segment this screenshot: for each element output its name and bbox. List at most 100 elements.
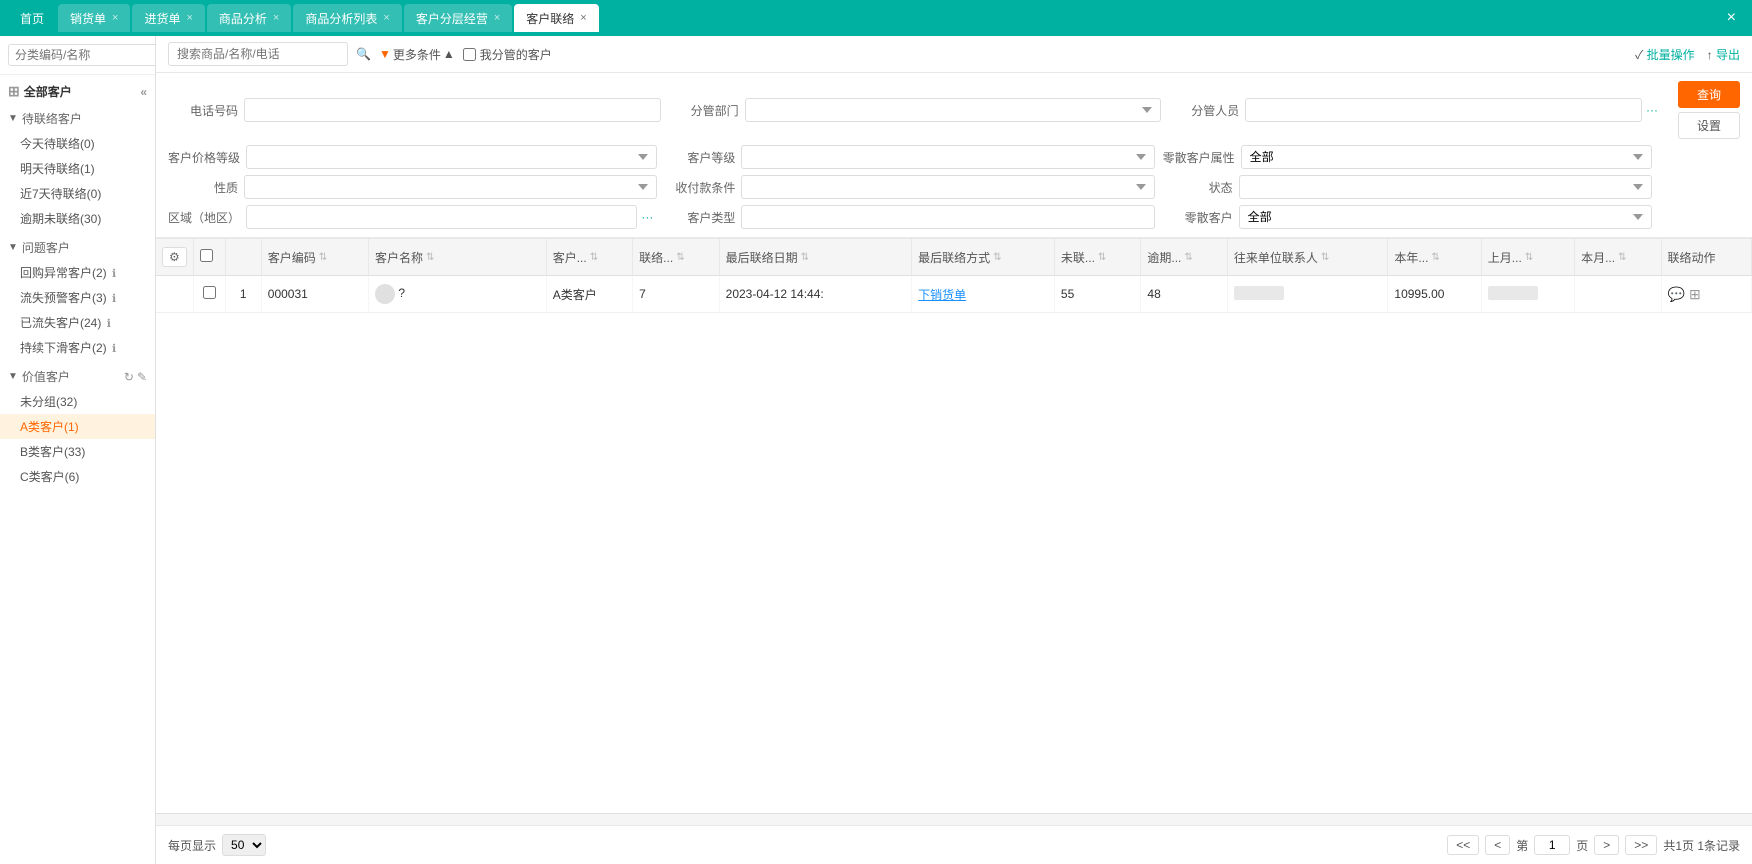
filter-customer-level-wrap xyxy=(741,145,1154,169)
tab-purchase[interactable]: 进货单 × xyxy=(132,4,204,32)
prev-page-button[interactable]: < xyxy=(1485,835,1510,855)
filter-customer-type-input[interactable] xyxy=(741,205,1154,229)
close-analysis-list-tab[interactable]: × xyxy=(383,12,389,24)
sidebar-item-a-class[interactable]: A类客户(1) xyxy=(0,414,155,439)
qr-icon[interactable]: ⊞ xyxy=(1689,286,1701,303)
sidebar-item-churned[interactable]: 已流失客户(24) ℹ xyxy=(0,310,155,335)
filter-price-level-select[interactable] xyxy=(246,145,657,169)
table-header-row: ⚙ 客户编码 ⇅ xyxy=(156,239,1752,276)
sort-this-year-icon[interactable]: ⇅ xyxy=(1431,252,1439,263)
sort-last-month-icon[interactable]: ⇅ xyxy=(1525,252,1533,263)
tab-customer-tier[interactable]: 客户分层经营 × xyxy=(404,4,512,32)
filter-bar: 🔍 ▼ 更多条件 ▲ 我分管的客户 ✓ 批量操作 ↑ 导出 xyxy=(156,36,1752,73)
last-method-link[interactable]: 下销货单 xyxy=(918,288,966,302)
sort-type-icon[interactable]: ⇅ xyxy=(590,252,598,263)
next-page-button[interactable]: > xyxy=(1594,835,1619,855)
export-button[interactable]: ↑ 导出 xyxy=(1707,46,1740,63)
sidebar-item-tomorrow-contact[interactable]: 明天待联络(1) xyxy=(0,156,155,181)
pending-contact-group[interactable]: ▼ 待联络客户 xyxy=(0,106,155,131)
sidebar-search-input[interactable] xyxy=(8,44,156,66)
td-last-month xyxy=(1481,276,1574,313)
value-customer-arrow: ▼ xyxy=(8,371,18,382)
sort-contact-icon[interactable]: ⇅ xyxy=(676,252,684,263)
th-name-label: 客户名称 xyxy=(375,249,423,266)
customer-name-suffix: ? xyxy=(398,286,405,300)
sort-this-month-icon[interactable]: ⇅ xyxy=(1618,252,1626,263)
query-button[interactable]: 查询 xyxy=(1678,81,1740,108)
filter-search-input[interactable] xyxy=(168,42,348,66)
sidebar-item-today-contact[interactable]: 今天待联络(0) xyxy=(0,131,155,156)
th-type-label: 客户... xyxy=(553,249,587,266)
sidebar-collapse-icon[interactable]: « xyxy=(140,85,147,99)
filter-search-button[interactable]: 🔍 xyxy=(356,47,371,61)
chat-icon[interactable]: 💬 xyxy=(1668,286,1685,303)
refresh-icon[interactable]: ↻ xyxy=(124,370,134,384)
edit-icon[interactable]: ✎ xyxy=(137,370,147,384)
select-all-checkbox[interactable] xyxy=(200,249,213,262)
sort-no-contact-icon[interactable]: ⇅ xyxy=(1098,252,1106,263)
sort-name-icon[interactable]: ⇅ xyxy=(426,252,434,263)
value-customer-group[interactable]: ▼ 价值客户 ↻ ✎ xyxy=(0,364,155,389)
sidebar-item-unclassified[interactable]: 未分组(32) xyxy=(0,389,155,414)
close-all-tabs[interactable]: × xyxy=(1719,9,1744,27)
sidebar-item-week-contact[interactable]: 近7天待联络(0) xyxy=(0,181,155,206)
filter-status-select[interactable] xyxy=(1239,175,1652,199)
filter-retail-select[interactable]: 全部 xyxy=(1239,205,1652,229)
sidebar-item-declining[interactable]: 持续下滑客户(2) ℹ xyxy=(0,335,155,360)
tab-customer-contact[interactable]: 客户联络 × xyxy=(514,4,598,32)
close-analysis-tab[interactable]: × xyxy=(273,12,279,24)
close-purchase-tab[interactable]: × xyxy=(186,12,192,24)
th-type: 客户... ⇅ xyxy=(546,239,632,276)
th-action: 联络动作 xyxy=(1661,239,1751,276)
table-settings-button[interactable]: ⚙ xyxy=(162,247,187,267)
tab-analysis-list[interactable]: 商品分析列表 × xyxy=(293,4,401,32)
more-filters-button[interactable]: ▼ 更多条件 ▲ xyxy=(379,46,455,63)
sort-last-method-icon[interactable]: ⇅ xyxy=(993,252,1001,263)
pagination: 每页显示 50 << < 第 页 > >> 共1页 1条记录 xyxy=(156,825,1752,864)
filter-person-input[interactable] xyxy=(1245,98,1642,122)
filter-person-dots[interactable]: ··· xyxy=(1642,103,1662,117)
setting-button[interactable]: 设置 xyxy=(1678,112,1740,139)
td-gear xyxy=(156,276,193,313)
close-sales-tab[interactable]: × xyxy=(112,12,118,24)
filter-person-label: 分管人员 xyxy=(1169,102,1239,119)
my-customers-check[interactable] xyxy=(463,48,476,61)
batch-op-button[interactable]: ✓ 批量操作 xyxy=(1635,46,1695,63)
tab-home[interactable]: 首页 xyxy=(8,4,56,32)
filter-nature-select[interactable] xyxy=(244,175,657,199)
close-customer-contact-tab[interactable]: × xyxy=(580,12,586,24)
sidebar-item-churn-warning[interactable]: 流失预警客户(3) ℹ xyxy=(0,285,155,310)
filter-customer-level-select[interactable] xyxy=(741,145,1154,169)
filter-phone-input[interactable] xyxy=(244,98,661,122)
sidebar-item-b-class[interactable]: B类客户(33) xyxy=(0,439,155,464)
th-this-month: 本月... ⇅ xyxy=(1575,239,1661,276)
sort-unit-contact-icon[interactable]: ⇅ xyxy=(1321,252,1329,263)
problem-customer-group[interactable]: ▼ 问题客户 xyxy=(0,235,155,260)
close-customer-tier-tab[interactable]: × xyxy=(494,12,500,24)
pagination-left: 每页显示 50 xyxy=(168,834,266,856)
filter-dept-select[interactable] xyxy=(745,98,1162,122)
row-checkbox[interactable] xyxy=(203,286,216,299)
sort-overdue-icon[interactable]: ⇅ xyxy=(1184,252,1192,263)
filter-retail-attr-select[interactable]: 全部 xyxy=(1241,145,1652,169)
page-number-input[interactable] xyxy=(1534,835,1570,855)
sidebar-item-c-class[interactable]: C类客户(6) xyxy=(0,464,155,489)
tab-analysis[interactable]: 商品分析 × xyxy=(207,4,291,32)
sort-code-icon[interactable]: ⇅ xyxy=(319,252,327,263)
td-code: 000031 xyxy=(261,276,368,313)
filter-status-label: 状态 xyxy=(1163,179,1233,196)
sidebar-item-abnormal-repurchase[interactable]: 回购异常客户(2) ℹ xyxy=(0,260,155,285)
per-page-select[interactable]: 50 xyxy=(222,834,266,856)
filter-customer-type: 客户类型 xyxy=(665,205,1154,229)
filter-payment-select[interactable] xyxy=(741,175,1154,199)
sidebar-item-overdue-contact[interactable]: 逾期未联络(30) xyxy=(0,206,155,231)
tab-sales[interactable]: 销货单 × xyxy=(58,4,130,32)
filter-region-input[interactable] xyxy=(246,205,637,229)
last-page-button[interactable]: >> xyxy=(1625,835,1657,855)
sort-last-date-icon[interactable]: ⇅ xyxy=(801,252,809,263)
first-page-button[interactable]: << xyxy=(1447,835,1479,855)
my-customers-checkbox[interactable]: 我分管的客户 xyxy=(463,46,552,63)
filter-region-dots[interactable]: ··· xyxy=(637,210,657,224)
action-icons: 💬 ⊞ xyxy=(1668,286,1745,303)
bottom-scrollbar[interactable] xyxy=(156,813,1752,825)
